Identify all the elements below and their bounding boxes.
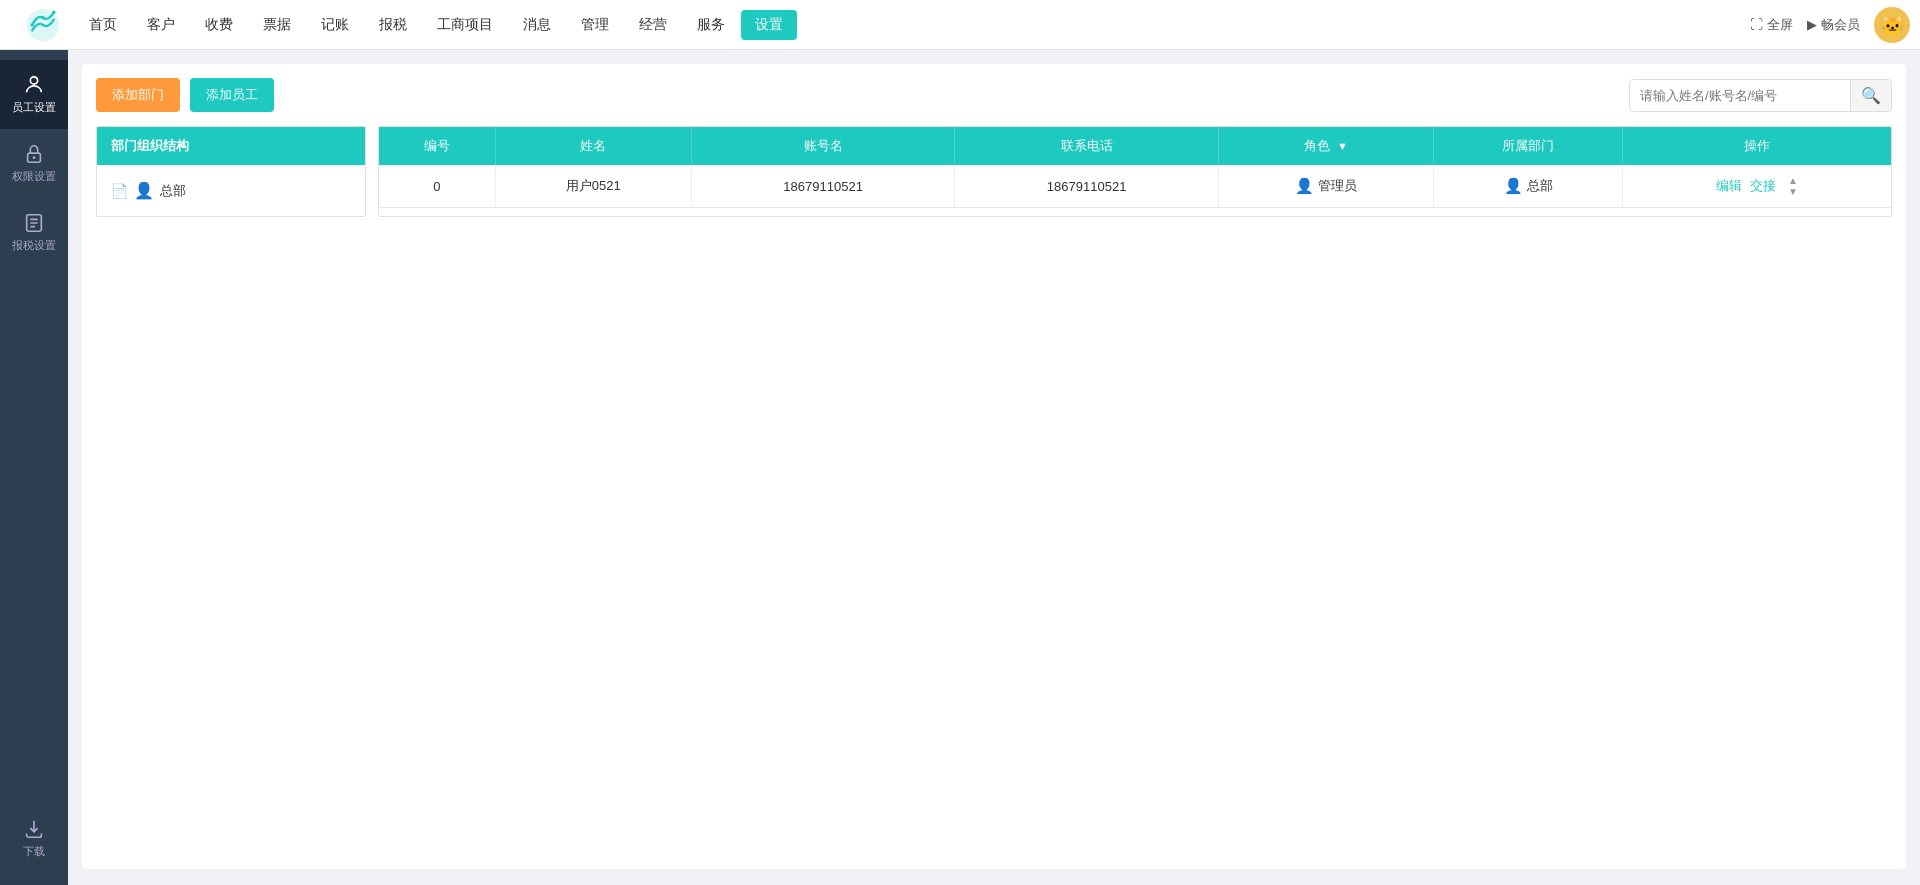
col-dept: 所属部门 — [1434, 127, 1622, 165]
top-nav: 首页 客户 收费 票据 记账 报税 工商项目 消息 管理 经营 服务 设置 ⛶ … — [0, 0, 1920, 50]
svg-rect-5 — [32, 76, 36, 79]
dept-tree-body: 📄 👤 总部 — [97, 165, 365, 216]
svg-point-3 — [52, 10, 56, 14]
dept-user-icon-row: 👤 — [1504, 177, 1523, 195]
svg-point-7 — [33, 156, 36, 159]
sidebar-item-permission[interactable]: 权限设置 — [0, 129, 68, 198]
nav-operation[interactable]: 经营 — [625, 10, 681, 40]
arrow-up[interactable]: ▲ — [1788, 175, 1798, 186]
nav-bill[interactable]: 票据 — [249, 10, 305, 40]
transfer-button[interactable]: 交接 — [1750, 177, 1776, 195]
cell-id: 0 — [379, 165, 495, 208]
staff-table: 编号 姓名 账号名 联系电话 角色 ▼ 所属部门 操作 — [378, 126, 1892, 217]
sidebar-item-download[interactable]: 下载 — [0, 804, 68, 873]
dept-file-icon: 📄 — [111, 183, 128, 199]
cell-dept: 👤 总部 — [1434, 165, 1622, 208]
employee-table: 编号 姓名 账号名 联系电话 角色 ▼ 所属部门 操作 — [379, 127, 1891, 208]
role-filter-icon[interactable]: ▼ — [1337, 140, 1348, 152]
search-icon: 🔍 — [1861, 87, 1881, 104]
cell-phone: 18679110521 — [955, 165, 1219, 208]
main-content: 添加部门 添加员工 🔍 部门组织结构 📄 👤 总部 — [68, 50, 1920, 885]
nav-settings[interactable]: 设置 — [741, 10, 797, 40]
sidebar-item-tax-label: 报税设置 — [12, 238, 56, 253]
avatar[interactable]: 🐱 — [1874, 7, 1910, 43]
dept-tree: 部门组织结构 📄 👤 总部 — [96, 126, 366, 217]
col-action: 操作 — [1622, 127, 1891, 165]
nav-home[interactable]: 首页 — [75, 10, 131, 40]
dept-tree-header: 部门组织结构 — [97, 127, 365, 165]
dept-user-icon: 👤 — [134, 181, 154, 200]
toolbar: 添加部门 添加员工 🔍 — [96, 78, 1892, 112]
svg-point-2 — [41, 16, 45, 20]
search-area: 🔍 — [1629, 79, 1892, 112]
search-button[interactable]: 🔍 — [1850, 80, 1891, 111]
vip-icon: ▶ — [1807, 17, 1817, 32]
table-row: 0 用户0521 18679110521 18679110521 👤 管理员 — [379, 165, 1891, 208]
nav-accounting[interactable]: 记账 — [307, 10, 363, 40]
col-account: 账号名 — [691, 127, 955, 165]
dept-item-general[interactable]: 📄 👤 总部 — [107, 175, 355, 206]
nav-right: ⛶ 全屏 ▶ 畅会员 🐱 — [1750, 7, 1910, 43]
content-area: 添加部门 添加员工 🔍 部门组织结构 📄 👤 总部 — [82, 64, 1906, 869]
sidebar-item-staff[interactable]: 员工设置 — [0, 60, 68, 129]
cell-account: 18679110521 — [691, 165, 955, 208]
col-id: 编号 — [379, 127, 495, 165]
sidebar-item-permission-label: 权限设置 — [12, 169, 56, 184]
nav-customer[interactable]: 客户 — [133, 10, 189, 40]
fullscreen-label: 全屏 — [1767, 16, 1793, 34]
table-wrapper: 部门组织结构 📄 👤 总部 编号 姓名 账号名 — [96, 126, 1892, 217]
role-user-icon: 👤 — [1295, 177, 1314, 195]
col-name: 姓名 — [495, 127, 691, 165]
sidebar: 员工设置 权限设置 报税设置 下载 — [0, 50, 68, 885]
edit-button[interactable]: 编辑 — [1716, 177, 1742, 195]
col-role: 角色 ▼ — [1218, 127, 1434, 165]
nav-manage[interactable]: 管理 — [567, 10, 623, 40]
cell-actions: 编辑 交接 ▲ ▼ — [1622, 165, 1891, 208]
col-phone: 联系电话 — [955, 127, 1219, 165]
logo — [10, 7, 75, 43]
sidebar-item-tax-settings[interactable]: 报税设置 — [0, 198, 68, 267]
svg-point-1 — [30, 23, 34, 27]
add-dept-button[interactable]: 添加部门 — [96, 78, 180, 112]
role-label: 管理员 — [1318, 177, 1357, 195]
fullscreen-icon: ⛶ — [1750, 17, 1763, 32]
vip-label: 畅会员 — [1821, 16, 1860, 34]
nav-tax[interactable]: 报税 — [365, 10, 421, 40]
cell-name: 用户0521 — [495, 165, 691, 208]
nav-service[interactable]: 服务 — [683, 10, 739, 40]
dept-item-label: 总部 — [160, 182, 186, 200]
arrow-down[interactable]: ▼ — [1788, 186, 1798, 197]
search-input[interactable] — [1630, 82, 1850, 109]
vip-button[interactable]: ▶ 畅会员 — [1807, 16, 1860, 34]
add-staff-button[interactable]: 添加员工 — [190, 78, 274, 112]
row-arrows: ▲ ▼ — [1788, 175, 1798, 197]
cell-role: 👤 管理员 — [1218, 165, 1434, 208]
nav-message[interactable]: 消息 — [509, 10, 565, 40]
nav-business[interactable]: 工商项目 — [423, 10, 507, 40]
nav-fee[interactable]: 收费 — [191, 10, 247, 40]
table-header-row: 编号 姓名 账号名 联系电话 角色 ▼ 所属部门 操作 — [379, 127, 1891, 165]
sidebar-item-staff-label: 员工设置 — [12, 100, 56, 115]
dept-label: 总部 — [1527, 177, 1553, 195]
sidebar-download-label: 下载 — [23, 844, 45, 859]
nav-items: 首页 客户 收费 票据 记账 报税 工商项目 消息 管理 经营 服务 设置 — [75, 10, 1750, 40]
fullscreen-button[interactable]: ⛶ 全屏 — [1750, 16, 1793, 34]
